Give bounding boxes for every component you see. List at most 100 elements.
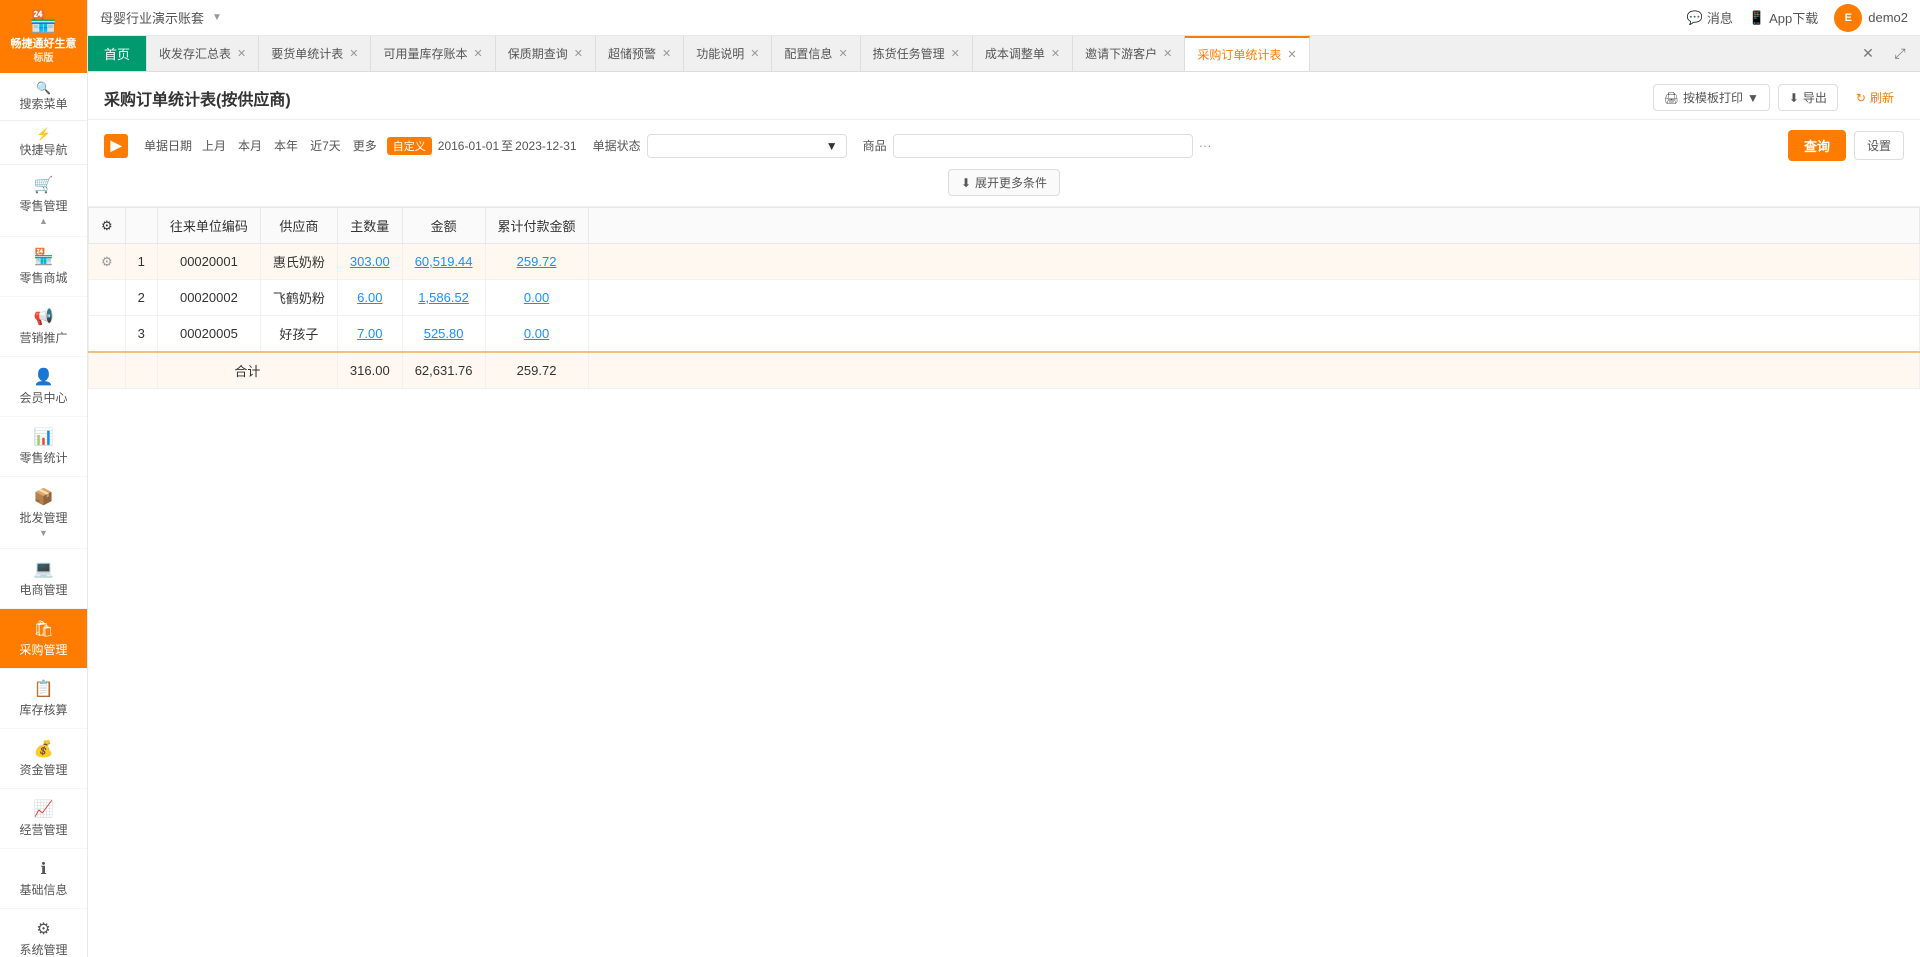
tab-config-info[interactable]: 配置信息 ✕ <box>772 36 860 71</box>
sidebar-item-system[interactable]: ⚙ 系统管理 <box>0 909 87 957</box>
amount-link[interactable]: 525.80 <box>424 326 464 341</box>
message-icon: 💬 <box>1687 10 1703 26</box>
tab-close-icon[interactable]: ✕ <box>750 47 759 60</box>
tab-close-icon[interactable]: ✕ <box>1051 47 1060 60</box>
retail-stats-icon: 📊 <box>34 427 54 447</box>
tab-receive-summary[interactable]: 收发存汇总表 ✕ <box>147 36 259 71</box>
th-extra <box>588 208 1919 244</box>
print-button[interactable]: 🖨 按模板打印 ▼ <box>1653 84 1770 111</box>
export-icon: ⬇ <box>1789 91 1799 105</box>
th-settings[interactable]: ⚙ <box>89 208 126 244</box>
tab-label: 拣货任务管理 <box>873 45 945 62</box>
sidebar-item-retail-stats[interactable]: 📊 零售统计 <box>0 417 87 477</box>
th-supplier: 供应商 <box>260 208 337 244</box>
tab-close-icon[interactable]: ✕ <box>838 47 847 60</box>
sidebar-item-wholesale[interactable]: 📦 批发管理 ▼ <box>0 477 87 549</box>
tab-purchase-summary[interactable]: 采购订单统计表 ✕ <box>1185 36 1309 71</box>
print-dropdown-icon: ▼ <box>1747 91 1759 105</box>
sidebar-item-label: 系统管理 <box>19 941 67 957</box>
tab-close-icon[interactable]: ✕ <box>662 47 671 60</box>
sidebar-item-operations[interactable]: 📈 经营管理 <box>0 789 87 849</box>
paid-link[interactable]: 0.00 <box>524 326 549 341</box>
cell-extra <box>588 316 1919 353</box>
paid-link[interactable]: 0.00 <box>524 290 549 305</box>
tab-available-inventory[interactable]: 可用量库存账本 ✕ <box>371 36 495 71</box>
logo-text: 畅捷通好生意 <box>11 38 77 50</box>
cell-code: 00020002 <box>157 280 260 316</box>
tab-close-all-btn[interactable]: ✕ <box>1856 42 1880 66</box>
amount-link[interactable]: 1,586.52 <box>418 290 469 305</box>
settings-button[interactable]: 设置 <box>1854 131 1904 160</box>
query-button[interactable]: 查询 <box>1788 130 1846 161</box>
tab-invite-downstream[interactable]: 邀请下游客户 ✕ <box>1073 36 1185 71</box>
cell-settings[interactable] <box>89 280 126 316</box>
logo-sub: 标版 <box>34 53 54 64</box>
summary-extra <box>588 352 1919 389</box>
shortcut-last-month[interactable]: 上月 <box>198 135 230 156</box>
qty-link[interactable]: 6.00 <box>357 290 382 305</box>
sidebar-item-ecommerce[interactable]: 💻 电商管理 <box>0 549 87 609</box>
quick-nav-icon: ⚡ <box>0 127 87 141</box>
workspace-selector[interactable]: 母婴行业演示账套 ▼ <box>100 8 222 27</box>
shortcut-more[interactable]: 更多 <box>349 135 381 156</box>
cell-paid: 0.00 <box>485 316 588 353</box>
tab-cost-adjust[interactable]: 成本调整单 ✕ <box>973 36 1073 71</box>
tab-label: 可用量库存账本 <box>383 45 467 62</box>
sidebar-item-quick-nav[interactable]: ⚡ 快捷导航 <box>0 121 87 165</box>
tab-function-desc[interactable]: 功能说明 ✕ <box>684 36 772 71</box>
tab-close-icon[interactable]: ✕ <box>1163 47 1172 60</box>
wholesale-icon: 📦 <box>34 487 54 507</box>
tab-pick-task[interactable]: 拣货任务管理 ✕ <box>861 36 973 71</box>
tab-expiry-query[interactable]: 保质期查询 ✕ <box>496 36 596 71</box>
custom-date-badge[interactable]: 自定义 <box>387 137 432 155</box>
cell-code: 00020005 <box>157 316 260 353</box>
sidebar-item-member[interactable]: 👤 会员中心 <box>0 357 87 417</box>
tab-overstock-alert[interactable]: 超储预警 ✕ <box>596 36 684 71</box>
app-download-btn[interactable]: 📱 App下载 <box>1749 8 1818 27</box>
amount-link[interactable]: 60,519.44 <box>415 254 473 269</box>
tab-close-icon[interactable]: ✕ <box>1287 48 1296 61</box>
qty-link[interactable]: 7.00 <box>357 326 382 341</box>
refresh-button[interactable]: ↻ 刷新 <box>1846 85 1904 110</box>
sidebar-item-marketing[interactable]: 📢 营销推广 <box>0 297 87 357</box>
tab-close-icon[interactable]: ✕ <box>951 47 960 60</box>
cell-supplier: 好孩子 <box>260 316 337 353</box>
shortcut-this-year[interactable]: 本年 <box>270 135 302 156</box>
th-paid: 累计付款金额 <box>485 208 588 244</box>
cell-supplier: 惠氏奶粉 <box>260 244 337 280</box>
paid-link[interactable]: 259.72 <box>517 254 557 269</box>
cell-settings[interactable]: ⚙ <box>89 244 126 280</box>
shortcut-this-month[interactable]: 本月 <box>234 135 266 156</box>
message-btn[interactable]: 💬 消息 <box>1687 8 1733 27</box>
sidebar-item-finance[interactable]: 💰 资金管理 <box>0 729 87 789</box>
user-menu[interactable]: E demo2 <box>1834 4 1908 32</box>
cell-extra <box>588 280 1919 316</box>
status-select[interactable]: ▼ <box>647 134 847 158</box>
sidebar-item-inventory[interactable]: 📋 库存核算 <box>0 669 87 729</box>
export-button[interactable]: ⬇ 导出 <box>1778 84 1838 111</box>
sidebar-item-retail-shop[interactable]: 🏪 零售商城 <box>0 237 87 297</box>
tab-close-icon[interactable]: ✕ <box>349 47 358 60</box>
tab-close-icon[interactable]: ✕ <box>237 47 246 60</box>
status-filter-group: 单据状态 ▼ <box>593 134 847 158</box>
sidebar-item-label: 批发管理 <box>19 509 67 526</box>
qty-link[interactable]: 303.00 <box>350 254 390 269</box>
tab-home[interactable]: 首页 <box>88 36 147 71</box>
expand-more-btn[interactable]: ⬇ 展开更多条件 <box>948 169 1060 196</box>
sidebar-item-basic-info[interactable]: ℹ 基础信息 <box>0 849 87 909</box>
filter-collapse-btn[interactable]: ▶ <box>104 134 128 158</box>
cell-code: 00020001 <box>157 244 260 280</box>
cell-settings[interactable] <box>89 316 126 353</box>
sidebar-item-purchase[interactable]: 🛍 采购管理 <box>0 609 87 669</box>
tab-maximize-btn[interactable]: ⤢ <box>1888 42 1912 66</box>
th-code: 往来单位编码 <box>157 208 260 244</box>
tab-requisition-summary[interactable]: 要货单统计表 ✕ <box>259 36 371 71</box>
tab-close-icon[interactable]: ✕ <box>574 47 583 60</box>
sidebar-item-search[interactable]: 🔍 搜索菜单 <box>0 73 87 121</box>
app-logo[interactable]: 🏪 畅捷通好生意 标版 <box>0 0 87 73</box>
shortcut-7days[interactable]: 近7天 <box>306 135 345 156</box>
table-body: ⚙ 1 00020001 惠氏奶粉 303.00 60,519.44 259.7… <box>89 244 1920 353</box>
goods-input[interactable] <box>893 134 1193 158</box>
tab-close-icon[interactable]: ✕ <box>474 47 483 60</box>
sidebar-item-retail[interactable]: 🛒 零售管理 ▲ <box>0 165 87 237</box>
